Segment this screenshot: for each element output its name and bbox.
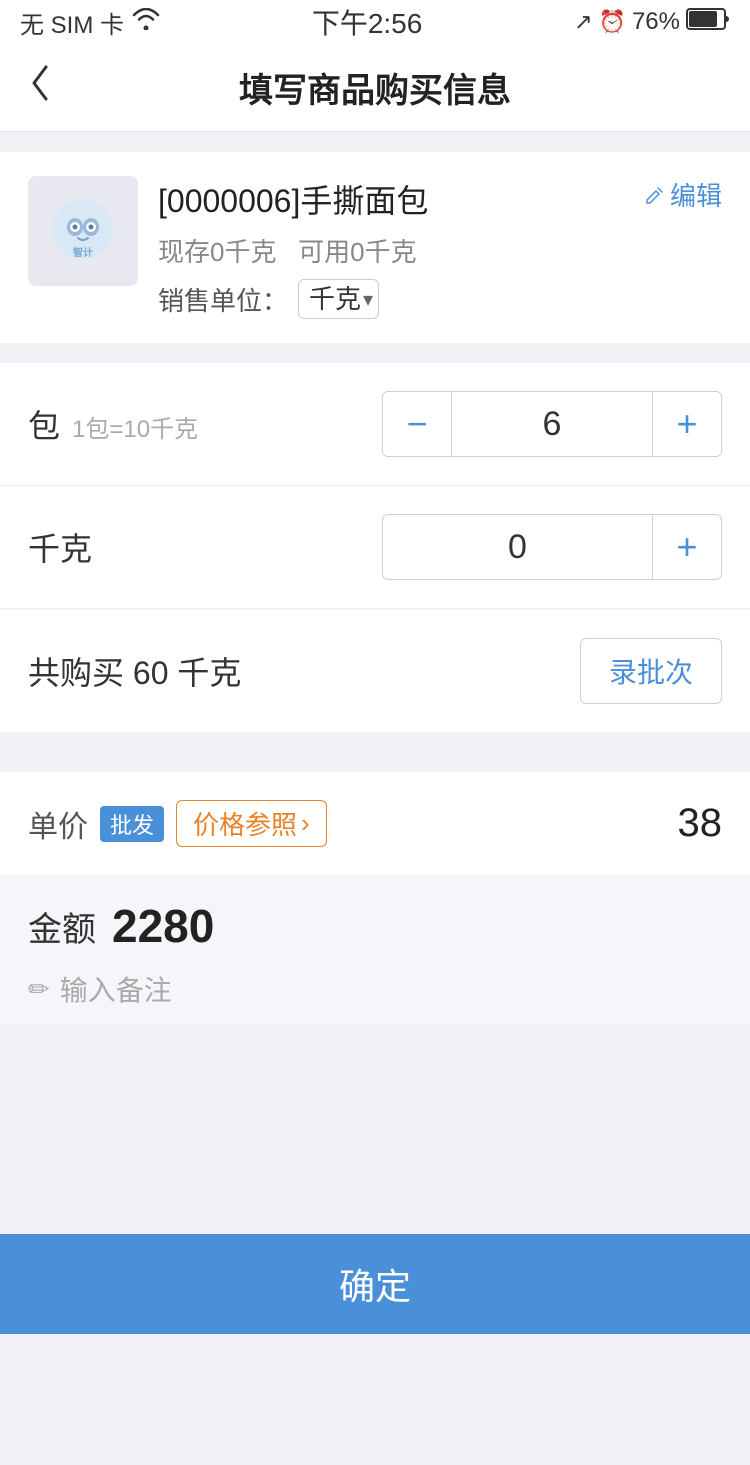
bao-label: 包 1包=10千克 xyxy=(28,401,198,447)
bao-quantity-row: 包 1包=10千克 − + xyxy=(0,363,750,486)
unit-select-wrap[interactable]: 千克 xyxy=(298,279,379,319)
wifi-icon xyxy=(132,8,160,37)
price-value: 38 xyxy=(678,801,723,846)
quantity-section: 包 1包=10千克 − + 千克 + 共购买 60 千克 录批次 xyxy=(0,363,750,732)
status-right: ↗ ⏰ 76% xyxy=(574,7,730,38)
battery-label: 76% xyxy=(632,8,680,36)
note-row[interactable]: ✏ 输入备注 xyxy=(28,969,722,1009)
price-row: 单价 批发 价格参照 › 38 xyxy=(28,800,722,847)
product-card: 智计 [0000006]手撕面包 现存0千克 可用0千克 销售单位： 千克 xyxy=(0,152,750,343)
page-title: 填写商品购买信息 xyxy=(239,63,511,112)
product-name: [0000006]手撕面包 xyxy=(158,176,722,222)
amount-section: 金额 2280 ✏ 输入备注 xyxy=(0,875,750,1025)
bao-minus-button[interactable]: − xyxy=(382,391,452,457)
alarm-icon: ⏰ xyxy=(599,9,626,35)
price-section: 单价 批发 价格参照 › 38 xyxy=(0,772,750,875)
price-batch-tag: 批发 xyxy=(100,806,164,842)
product-info: [0000006]手撕面包 现存0千克 可用0千克 销售单位： 千克 xyxy=(158,176,722,319)
product-unit-row: 销售单位： 千克 xyxy=(158,279,722,319)
kg-quantity-row: 千克 + xyxy=(0,486,750,609)
edit-button[interactable]: 编辑 xyxy=(644,176,722,213)
price-left: 单价 批发 价格参照 › xyxy=(28,800,327,847)
status-time: 下午2:56 xyxy=(312,2,423,42)
svg-text:智计: 智计 xyxy=(73,246,93,259)
summary-text: 共购买 60 千克 xyxy=(28,648,241,694)
edit-label: 编辑 xyxy=(670,176,722,213)
kg-label: 千克 xyxy=(28,524,92,570)
sim-label: 无 SIM 卡 xyxy=(20,5,124,40)
price-label: 单价 xyxy=(28,802,88,846)
product-logo: 智计 xyxy=(48,194,118,269)
nav-bar: 填写商品购买信息 xyxy=(0,44,750,132)
battery-icon xyxy=(686,7,730,38)
kg-plus-button[interactable]: + xyxy=(652,514,722,580)
price-ref-button[interactable]: 价格参照 › xyxy=(176,800,327,847)
bao-quantity-input[interactable] xyxy=(452,391,652,457)
summary-row: 共购买 60 千克 录批次 xyxy=(0,609,750,732)
amount-value: 2280 xyxy=(112,899,214,953)
amount-row: 金额 2280 xyxy=(28,899,722,953)
amount-label: 金额 xyxy=(28,902,96,951)
pencil-icon: ✏ xyxy=(28,974,50,1005)
note-placeholder: 输入备注 xyxy=(60,969,172,1009)
separator-1 xyxy=(0,343,750,363)
bao-plus-button[interactable]: + xyxy=(652,391,722,457)
status-bar: 无 SIM 卡 下午2:56 ↗ ⏰ 76% xyxy=(0,0,750,44)
confirm-label: 确定 xyxy=(339,1258,411,1310)
product-thumbnail: 智计 xyxy=(28,176,138,286)
location-icon: ↗ xyxy=(574,9,592,35)
separator-2 xyxy=(0,732,750,752)
kg-quantity-input[interactable] xyxy=(382,514,652,580)
status-left: 无 SIM 卡 xyxy=(20,5,160,40)
product-stock: 现存0千克 可用0千克 xyxy=(158,232,722,269)
bao-quantity-control: − + xyxy=(382,391,722,457)
back-button[interactable] xyxy=(28,63,52,113)
kg-quantity-control: + xyxy=(382,514,722,580)
unit-select[interactable]: 千克 xyxy=(298,279,379,319)
confirm-bar[interactable]: 确定 xyxy=(0,1234,750,1334)
batch-button[interactable]: 录批次 xyxy=(580,638,722,704)
